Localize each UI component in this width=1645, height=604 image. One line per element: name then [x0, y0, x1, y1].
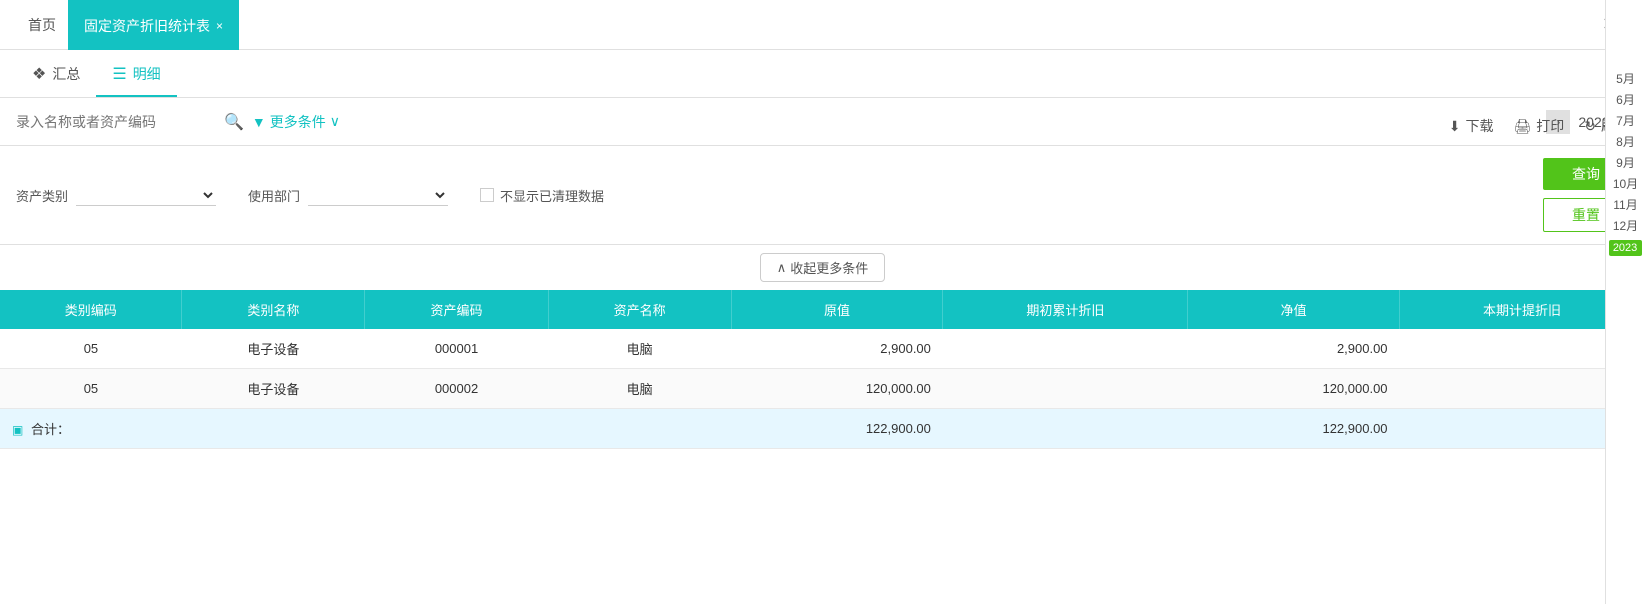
year-badge[interactable]: 2023 — [1609, 240, 1642, 256]
cell-accumulated-depreciation — [943, 329, 1188, 369]
chevron-up-icon: ∧ — [777, 260, 787, 276]
cell-asset-name: 电脑 — [548, 369, 731, 409]
filter-row: 资产类别 使用部门 不显示已清理数据 查询 重置 — [16, 158, 1629, 232]
total-asset-name — [548, 409, 731, 449]
tab-detail-label: 明细 — [133, 64, 161, 84]
collapse-row: ∧ 收起更多条件 — [0, 245, 1645, 290]
table-header-row: 类别编码 类别名称 资产编码 资产名称 原值 期初累计折旧 净值 本期计提折旧 — [0, 290, 1645, 329]
tab-summary-label: 汇总 — [52, 64, 80, 84]
summary-icon: ❖ — [32, 64, 46, 84]
cell-original-value: 120,000.00 — [731, 369, 943, 409]
cell-net-value: 2,900.00 — [1188, 329, 1400, 369]
month-item[interactable]: 10月 — [1609, 173, 1642, 194]
col-original-value: 原值 — [731, 290, 943, 329]
col-category-code: 类别编码 — [0, 290, 182, 329]
cell-category-name: 电子设备 — [182, 329, 365, 369]
download-icon: ⬇ — [1449, 118, 1461, 135]
tab-detail[interactable]: ☰ 明细 — [96, 53, 176, 97]
col-category-name: 类别名称 — [182, 290, 365, 329]
total-label: 合计： — [31, 422, 70, 437]
hide-cleared-checkbox[interactable] — [480, 188, 494, 202]
cell-category-name: 电子设备 — [182, 369, 365, 409]
month-item[interactable]: 6月 — [1609, 89, 1642, 110]
right-panel: 5月6月7月8月9月10月11月12月 2023 — [1605, 0, 1645, 604]
col-asset-code: 资产编码 — [365, 290, 548, 329]
more-filter-label: 更多条件 — [270, 112, 326, 132]
cell-accumulated-depreciation — [943, 369, 1188, 409]
cell-asset-code: 000002 — [365, 369, 548, 409]
cell-category-code: 05 — [0, 369, 182, 409]
filter-icon: ▼ — [252, 114, 266, 130]
hide-cleared-checkbox-label[interactable]: 不显示已清理数据 — [480, 186, 604, 205]
tab-summary[interactable]: ❖ 汇总 — [16, 53, 96, 97]
table-row[interactable]: 05 电子设备 000002 电脑 120,000.00 120,000.00 — [0, 369, 1645, 409]
total-row: ▣ 合计： 122,900.00 122,900.00 — [0, 409, 1645, 449]
tabs-toolbar-container: ❖ 汇总 ☰ 明细 ⬇ 下载 🖨 打印 ↻ 刷新 — [0, 50, 1645, 98]
total-label-cell: ▣ 合计： — [0, 409, 365, 449]
department-label: 使用部门 — [248, 186, 300, 205]
data-table: 类别编码 类别名称 资产编码 资产名称 原值 期初累计折旧 净值 本期计提折旧 … — [0, 290, 1645, 449]
month-item[interactable]: 8月 — [1609, 131, 1642, 152]
asset-category-field: 资产类别 — [16, 184, 216, 206]
more-filter-button[interactable]: ▼ 更多条件 ∨ — [252, 112, 340, 132]
department-field: 使用部门 — [248, 184, 448, 206]
col-net-value: 净值 — [1188, 290, 1400, 329]
col-accumulated-depreciation: 期初累计折旧 — [943, 290, 1188, 329]
department-select[interactable] — [308, 184, 448, 206]
cell-asset-name: 电脑 — [548, 329, 731, 369]
detail-icon: ☰ — [112, 64, 126, 84]
table-row[interactable]: 05 电子设备 000001 电脑 2,900.00 2,900.00 — [0, 329, 1645, 369]
month-item[interactable]: 11月 — [1609, 194, 1642, 215]
month-item[interactable]: 12月 — [1609, 215, 1642, 236]
tab-close-icon[interactable]: × — [216, 19, 223, 33]
cell-net-value: 120,000.00 — [1188, 369, 1400, 409]
tab-bar: ❖ 汇总 ☰ 明细 — [0, 50, 1645, 98]
total-original-value: 122,900.00 — [731, 409, 943, 449]
download-label: 下载 — [1465, 116, 1493, 136]
search-bar: 🔍 ▼ 更多条件 ∨ › 2023.01 — [0, 98, 1645, 146]
print-button[interactable]: 🖨 打印 — [1513, 116, 1564, 136]
total-asset-code — [365, 409, 548, 449]
collapse-label: 收起更多条件 — [790, 258, 868, 277]
hide-cleared-label: 不显示已清理数据 — [500, 186, 604, 205]
cell-original-value: 2,900.00 — [731, 329, 943, 369]
total-icon: ▣ — [12, 423, 23, 437]
search-input[interactable] — [16, 114, 216, 130]
tab-label: 固定资产折旧统计表 — [84, 16, 210, 36]
table-container: 类别编码 类别名称 资产编码 资产名称 原值 期初累计折旧 净值 本期计提折旧 … — [0, 290, 1645, 604]
month-item[interactable]: 9月 — [1609, 152, 1642, 173]
toolbar: ⬇ 下载 🖨 打印 ↻ 刷新 — [1449, 102, 1629, 150]
refresh-icon: ↻ — [1584, 118, 1596, 135]
home-nav-item[interactable]: 首页 — [16, 0, 68, 50]
print-label: 打印 — [1536, 116, 1564, 136]
print-icon: 🖨 — [1513, 118, 1531, 135]
top-navigation: 首页 固定资产折旧统计表 × ✕ — [0, 0, 1645, 50]
filter-panel: 资产类别 使用部门 不显示已清理数据 查询 重置 — [0, 146, 1645, 245]
month-scroll: 5月6月7月8月9月10月11月12月 2023 — [1609, 68, 1642, 256]
total-accumulated-depreciation — [943, 409, 1188, 449]
total-net-value: 122,900.00 — [1188, 409, 1400, 449]
search-icon[interactable]: 🔍 — [224, 112, 244, 132]
download-button[interactable]: ⬇ 下载 — [1449, 116, 1494, 136]
asset-category-select[interactable] — [76, 184, 216, 206]
chevron-down-icon: ∨ — [330, 113, 340, 130]
month-item[interactable]: 5月 — [1609, 68, 1642, 89]
active-tab[interactable]: 固定资产折旧统计表 × — [68, 0, 239, 50]
collapse-button[interactable]: ∧ 收起更多条件 — [760, 253, 886, 282]
asset-category-label: 资产类别 — [16, 186, 68, 205]
cell-asset-code: 000001 — [365, 329, 548, 369]
col-asset-name: 资产名称 — [548, 290, 731, 329]
cell-category-code: 05 — [0, 329, 182, 369]
month-item[interactable]: 7月 — [1609, 110, 1642, 131]
